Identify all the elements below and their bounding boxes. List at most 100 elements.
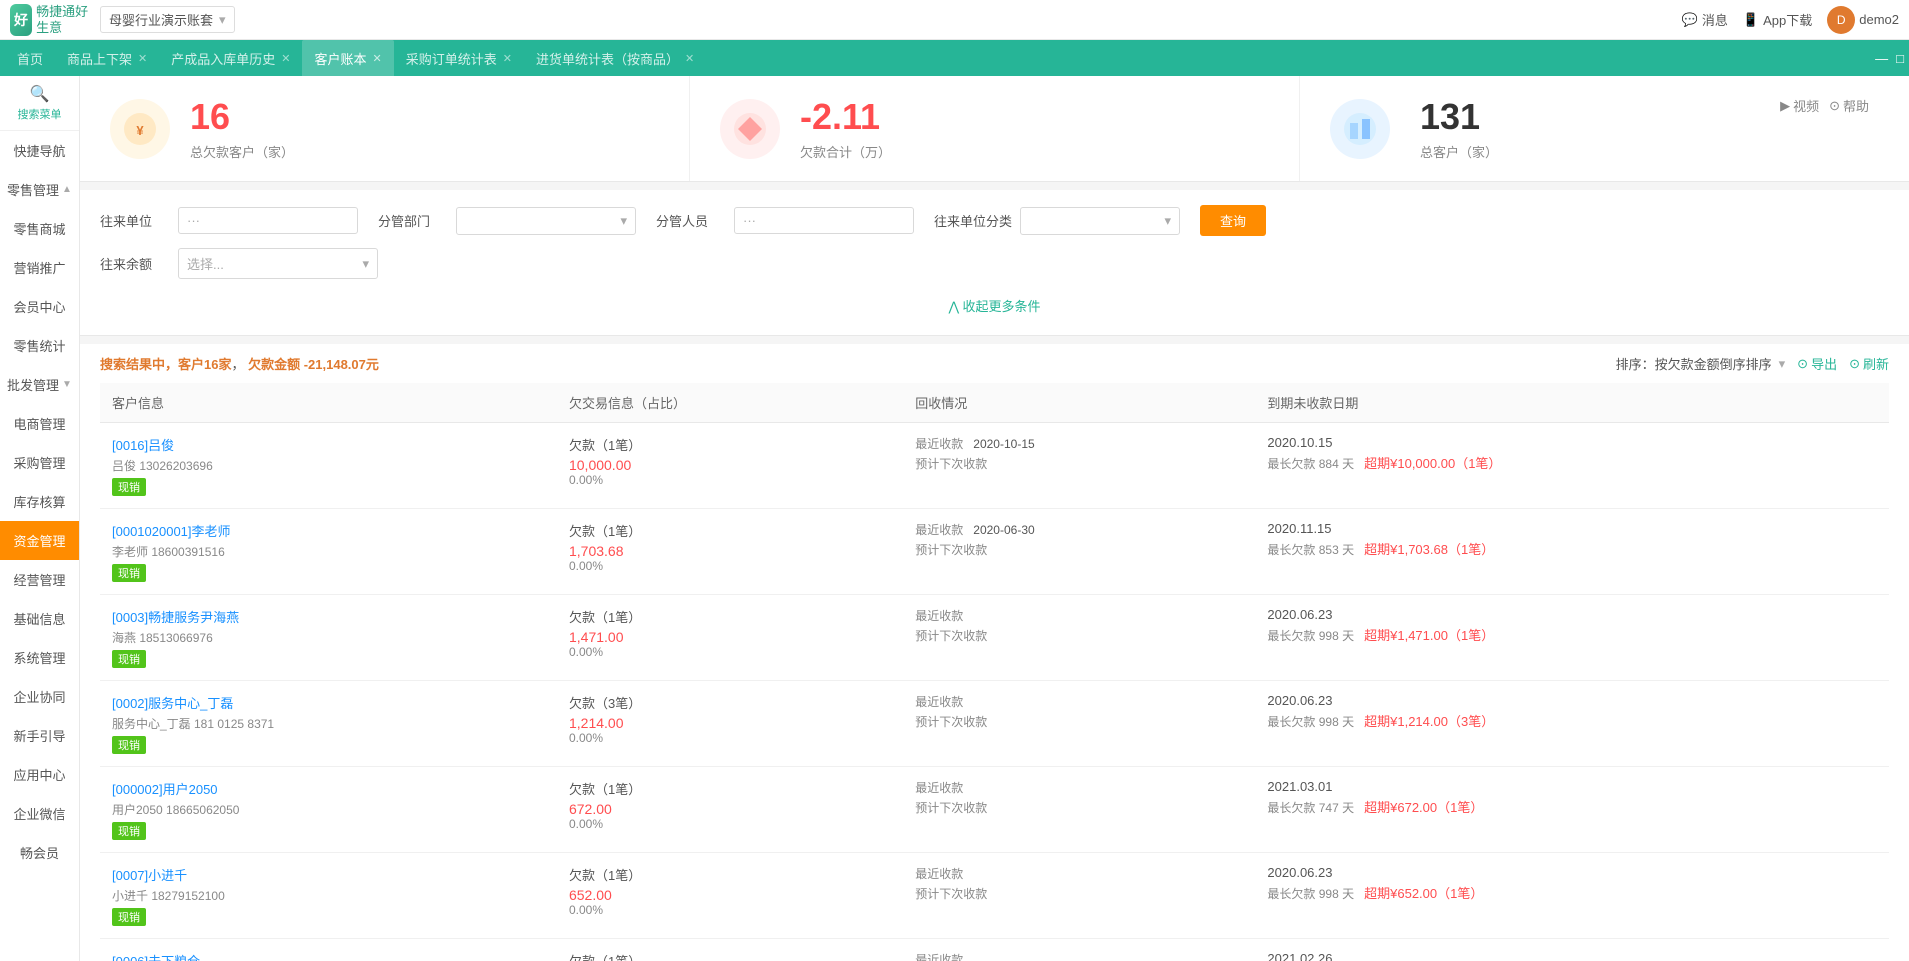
tab-product-history[interactable]: 产成品入库单历史 ✕ [159,40,302,76]
sidebar-item-marketing[interactable]: 营销推广 [0,248,79,287]
customer-tag-1: 现销 [112,564,146,582]
tab-close-icon[interactable]: ✕ [281,52,290,65]
sidebar-search[interactable]: 🔍 搜索菜单 [0,76,79,131]
sidebar-item-batch-manage[interactable]: 批发管理 ▼ [0,365,79,404]
from-unit-dots: ··· [187,213,200,228]
cell-customer-info-6: [0006]去下粮仓 陈小希 现销 [100,939,557,961]
customer-name-0[interactable]: [0016]吕俊 [112,435,545,454]
table-row: [0002]服务中心_丁磊 服务中心_丁磊 181 0125 8371 现销 欠… [100,681,1889,767]
tab-close-icon[interactable]: ✕ [373,52,382,65]
sidebar-item-finance[interactable]: 资金管理 [0,521,79,560]
store-selector[interactable]: 母婴行业演示账套 ▾ [100,6,235,33]
video-icon: ▶ [1780,98,1790,114]
customer-tag-4: 现销 [112,822,146,840]
balance-select[interactable]: 选择... ▾ [178,248,378,279]
help-icon: ⊙ [1829,98,1840,114]
last-collect-label-6: 最近收款 [915,951,1243,961]
debt-amount-2[interactable]: 1,471.00 [569,629,891,645]
app-download-btn[interactable]: 📱 App下载 [1743,10,1812,29]
department-select[interactable]: ▾ [456,207,636,235]
tab-purchase-stats[interactable]: 进货单统计表（按商品） ✕ [524,40,706,76]
debt-ratio-1: 0.00% [569,559,891,573]
customer-name-1[interactable]: [0001020001]李老师 [112,521,545,540]
unit-category-select[interactable]: ▾ [1020,207,1180,235]
last-collect-label-5: 最近收款 [915,865,1243,882]
cell-overdue-2: 2020.06.23 最长欠款 998 天 超期¥1,471.00（1笔） [1255,595,1889,681]
sidebar-item-member[interactable]: 会员中心 [0,287,79,326]
sidebar-item-purchase[interactable]: 采购管理 [0,443,79,482]
overdue-link-1[interactable]: 超期¥1,703.68（1笔） [1364,542,1494,557]
customer-name-2[interactable]: [0003]畅捷服务尹海燕 [112,607,545,626]
sidebar-item-retail-manage[interactable]: 零售管理 ▲ [0,170,79,209]
tab-product-offline[interactable]: 商品上下架 ✕ [55,40,159,76]
debt-total-label: 欠款合计（万） [800,142,891,161]
tab-close-icon[interactable]: ✕ [138,52,147,65]
customer-name-3[interactable]: [0002]服务中心_丁磊 [112,693,545,712]
customer-name-5[interactable]: [0007]小进千 [112,865,545,884]
overdue-link-2[interactable]: 超期¥1,471.00（1笔） [1364,628,1494,643]
next-collect-5: 预计下次收款 [915,885,1243,902]
sidebar-item-basic-info[interactable]: 基础信息 [0,599,79,638]
from-unit-input[interactable]: ··· [178,207,358,234]
card-top-right-actions: ▶ 视频 ⊙ 帮助 [1780,96,1869,115]
customer-name-4[interactable]: [000002]用户2050 [112,779,545,798]
sidebar-item-ecommerce[interactable]: 电商管理 [0,404,79,443]
unit-category-label: 往来单位分类 [934,211,1012,230]
cell-customer-info-5: [0007]小进千 小进千 18279152100 现销 [100,853,557,939]
customer-table: 客户信息 欠交易信息（占比） 回收情况 到期未收款日期 [100,383,1889,961]
cell-collect-status-3: 最近收款 预计下次收款 [903,681,1255,767]
cell-debt-info-0: 欠款（1笔） 10,000.00 0.00% [557,423,903,509]
tab-close-icon[interactable]: ✕ [685,52,694,65]
sort-select[interactable]: 排序：按欠款金额倒序排序 ▾ [1616,354,1786,373]
video-btn[interactable]: ▶ 视频 [1780,96,1819,115]
sidebar-item-operation[interactable]: 经营管理 [0,560,79,599]
last-collect-label-0: 最近收款 2020-10-15 [915,435,1243,452]
sidebar-item-inventory[interactable]: 库存核算 [0,482,79,521]
collapse-button[interactable]: ⋀ 收起更多条件 [100,291,1889,320]
results-summary: 搜索结果中，客户16家， 欠款金额 -21,148.07元 [100,354,379,373]
sidebar-item-guide[interactable]: 新手引导 [0,716,79,755]
refresh-button[interactable]: ⊙ 刷新 [1849,354,1889,373]
export-button[interactable]: ⊙ 导出 [1797,354,1837,373]
overdue-link-4[interactable]: 超期¥672.00（1笔） [1364,800,1483,815]
debt-amount-5[interactable]: 652.00 [569,887,891,903]
overdue-date-4: 2021.03.01 [1267,779,1877,794]
sidebar-item-retail-stats[interactable]: 零售统计 [0,326,79,365]
debt-amount-4[interactable]: 672.00 [569,801,891,817]
help-btn[interactable]: ⊙ 帮助 [1829,96,1869,115]
debt-amount-0[interactable]: 10,000.00 [569,457,891,473]
next-collect-4: 预计下次收款 [915,799,1243,816]
debt-ratio-4: 0.00% [569,817,891,831]
sidebar-item-member-plus[interactable]: 畅会员 [0,833,79,872]
overdue-info-5: 最长欠款 998 天 超期¥652.00（1笔） [1267,883,1877,902]
person-input[interactable]: ··· [734,207,914,234]
tab-purchase-order[interactable]: 采购订单统计表 ✕ [394,40,524,76]
tab-close-icon[interactable]: ✕ [503,52,512,65]
user-menu[interactable]: D demo2 [1827,6,1899,34]
sidebar-item-quick-nav[interactable]: 快捷导航 [0,131,79,170]
tab-customer-account[interactable]: 客户账本 ✕ [302,40,393,76]
tab-home[interactable]: 首页 [5,40,55,76]
sidebar-item-system[interactable]: 系统管理 [0,638,79,677]
sidebar-item-retail-shop[interactable]: 零售商城 [0,209,79,248]
overdue-link-5[interactable]: 超期¥652.00（1笔） [1364,886,1483,901]
diamond-icon [720,99,780,159]
sidebar-item-app-center[interactable]: 应用中心 [0,755,79,794]
debt-amount-3[interactable]: 1,214.00 [569,715,891,731]
results-info-bar: 搜索结果中，客户16家， 欠款金额 -21,148.07元 排序：按欠款金额倒序… [100,354,1889,373]
message-btn[interactable]: 💬 消息 [1682,10,1728,29]
debt-amount-1[interactable]: 1,703.68 [569,543,891,559]
sidebar-item-wechat[interactable]: 企业微信 [0,794,79,833]
customer-phone-2: 海燕 18513066976 [112,629,545,646]
overdue-link-3[interactable]: 超期¥1,214.00（3笔） [1364,714,1494,729]
maximize-icon[interactable]: □ [1896,51,1904,66]
sidebar-item-enterprise[interactable]: 企业协同 [0,677,79,716]
search-button[interactable]: 查询 [1200,205,1266,236]
chevron-down-icon: ▾ [620,213,627,229]
cell-debt-info-3: 欠款（3笔） 1,214.00 0.00% [557,681,903,767]
minimize-icon[interactable]: — [1875,51,1888,66]
filter-unit-category: 往来单位分类 ▾ [934,207,1180,235]
overdue-link-0[interactable]: 超期¥10,000.00（1笔） [1364,456,1501,471]
customer-name-6[interactable]: [0006]去下粮仓 [112,951,545,961]
filter-department: 分管部门 ▾ [378,207,636,235]
